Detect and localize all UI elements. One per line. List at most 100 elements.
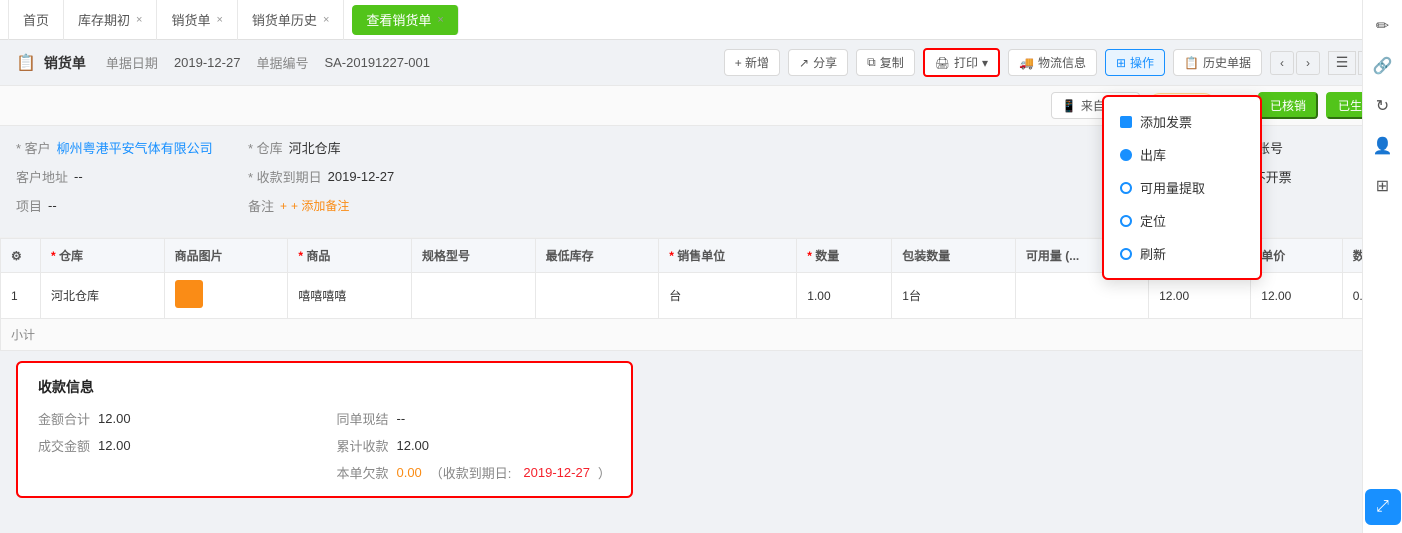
- new-button[interactable]: + 新增: [724, 49, 780, 76]
- payment-transaction-row: 成交金额 12.00: [38, 436, 312, 455]
- add-note-button[interactable]: + + 添加备注: [280, 197, 349, 214]
- dropdown-available-qty[interactable]: 可用量提取: [1104, 171, 1260, 204]
- tab-sales-order[interactable]: 销货单 ×: [157, 0, 237, 40]
- date-label: 单据日期: [106, 53, 158, 72]
- cell-spec: [411, 273, 535, 319]
- dropdown-refresh[interactable]: 刷新: [1104, 237, 1260, 270]
- balance-label: 本单欠款: [336, 463, 388, 482]
- tab-history-close[interactable]: ×: [323, 14, 329, 26]
- address-value: --: [74, 169, 83, 184]
- tab-view-sales[interactable]: 查看销货单 ×: [352, 5, 458, 35]
- date-value: 2019-12-27: [174, 55, 241, 70]
- cumulative-label: 累计收款: [336, 436, 388, 455]
- number-label: 单据编号: [256, 53, 308, 72]
- doc-title: 销货单: [44, 53, 86, 73]
- customer-field: * 客户 柳州粤港平安气体有限公司: [16, 138, 216, 157]
- logistics-button[interactable]: 🚚 物流信息: [1008, 49, 1097, 76]
- warehouse-label: * 仓库: [248, 138, 283, 157]
- tab-home[interactable]: 首页: [8, 0, 64, 40]
- cell-min-stock: [535, 273, 659, 319]
- tab-inventory-init[interactable]: 库存期初 ×: [64, 0, 157, 40]
- print-button[interactable]: 🖨 打印 ▾: [923, 48, 1000, 77]
- balance-note: （收款到期日:: [430, 463, 512, 482]
- transaction-label: 成交金额: [38, 436, 90, 455]
- operations-icon: ⊞: [1116, 56, 1126, 70]
- col-settings[interactable]: ⚙: [1, 239, 41, 273]
- dropdown-add-invoice[interactable]: 添加发票: [1104, 105, 1260, 138]
- locate-label: 定位: [1140, 211, 1166, 230]
- col-unit: * 销售单位: [659, 239, 797, 273]
- history-button[interactable]: 📋 历史单据: [1173, 49, 1262, 76]
- dropdown-locate[interactable]: 定位: [1104, 204, 1260, 237]
- share-label: 分享: [813, 54, 837, 71]
- sold-out-button[interactable]: 已核销: [1258, 92, 1318, 119]
- cumulative-value: 12.00: [396, 438, 429, 453]
- balance-note-end: ）: [598, 463, 611, 482]
- project-label: 项目: [16, 196, 42, 215]
- available-qty-icon: [1120, 182, 1132, 194]
- balance-date: 2019-12-27: [523, 465, 590, 480]
- list-view-button[interactable]: ☰: [1328, 51, 1356, 75]
- cell-unit-price: 12.00: [1251, 273, 1342, 319]
- number-value: SA-20191227-001: [324, 55, 430, 70]
- refresh-label: 刷新: [1140, 244, 1166, 263]
- payment-box: 收款信息 金额合计 12.00 同单现结 -- 成交金额 12.00 累计收款 …: [16, 361, 633, 498]
- tab-view-label: 查看销货单: [366, 10, 431, 29]
- address-field: 客户地址 --: [16, 167, 216, 186]
- dropdown-outbound[interactable]: 出库: [1104, 138, 1260, 171]
- copy-icon: ⧉: [867, 55, 876, 70]
- tab-inventory-label: 库存期初: [78, 10, 130, 29]
- tab-inventory-close[interactable]: ×: [136, 14, 142, 26]
- sidebar-link-icon[interactable]: 🔗: [1365, 48, 1401, 84]
- col-pack-qty: 包装数量: [892, 239, 1016, 273]
- tab-sales-close[interactable]: ×: [216, 14, 222, 26]
- note-field: 备注 + + 添加备注: [248, 196, 448, 215]
- tab-history-label: 销货单历史: [252, 10, 317, 29]
- sidebar-user-icon[interactable]: 👤: [1365, 128, 1401, 164]
- payment-settlement-row: 同单现结 --: [336, 409, 610, 428]
- tab-sales-history[interactable]: 销货单历史 ×: [238, 0, 344, 40]
- next-arrow[interactable]: ›: [1296, 51, 1320, 75]
- plus-icon: +: [280, 199, 287, 213]
- tab-bar: 首页 库存期初 × 销货单 × 销货单历史 × 查看销货单 × ×: [0, 0, 1402, 40]
- copy-button[interactable]: ⧉ 复制: [856, 49, 915, 76]
- total-label: 金额合计: [38, 409, 90, 428]
- print-label: 打印: [954, 54, 978, 71]
- transaction-value: 12.00: [98, 438, 131, 453]
- locate-icon: [1120, 215, 1132, 227]
- prev-arrow[interactable]: ‹: [1270, 51, 1294, 75]
- available-qty-label: 可用量提取: [1140, 178, 1205, 197]
- outbound-icon: [1120, 149, 1132, 161]
- logistics-icon: 🚚: [1019, 56, 1034, 70]
- address-label: 客户地址: [16, 167, 68, 186]
- cell-image: [164, 273, 288, 319]
- payment-cumulative-row: 累计收款 12.00: [336, 436, 610, 455]
- product-thumbnail: [175, 280, 203, 308]
- doc-title-area: 📋 销货单: [16, 53, 86, 73]
- payment-title: 收款信息: [38, 377, 611, 397]
- note-label: 备注: [248, 196, 274, 215]
- payment-balance-row: 本单欠款 0.00 （收款到期日: 2019-12-27 ）: [336, 463, 610, 482]
- due-date-label: * 收款到期日: [248, 167, 322, 186]
- customer-label: * 客户: [16, 138, 51, 157]
- customer-value[interactable]: 柳州粤港平安气体有限公司: [57, 138, 213, 157]
- project-value: --: [48, 198, 57, 213]
- cell-warehouse: 河北仓库: [41, 273, 165, 319]
- sidebar-edit-icon[interactable]: ✏: [1365, 8, 1401, 44]
- total-value: 12.00: [98, 411, 131, 426]
- settlement-value: --: [396, 411, 405, 426]
- tab-home-label: 首页: [23, 10, 49, 29]
- col-min-stock: 最低库存: [535, 239, 659, 273]
- sidebar-table-icon[interactable]: ⊞: [1365, 168, 1401, 204]
- share-button[interactable]: ↗ 分享: [788, 49, 848, 76]
- due-date-field: * 收款到期日 2019-12-27: [248, 167, 448, 186]
- doc-header: 📋 销货单 单据日期 2019-12-27 单据编号 SA-20191227-0…: [0, 40, 1402, 86]
- sidebar-expand-icon[interactable]: ⤢: [1365, 489, 1401, 525]
- print-dropdown-arrow: ▾: [982, 56, 988, 70]
- tab-view-close[interactable]: ×: [437, 14, 443, 26]
- operations-button[interactable]: ⊞ 操作: [1105, 49, 1165, 76]
- subtotal-label: 小计: [1, 319, 1402, 351]
- warehouse-field: * 仓库 河北仓库: [248, 138, 448, 157]
- history-label: 历史单据: [1203, 54, 1251, 71]
- sidebar-refresh-icon[interactable]: ↻: [1365, 88, 1401, 124]
